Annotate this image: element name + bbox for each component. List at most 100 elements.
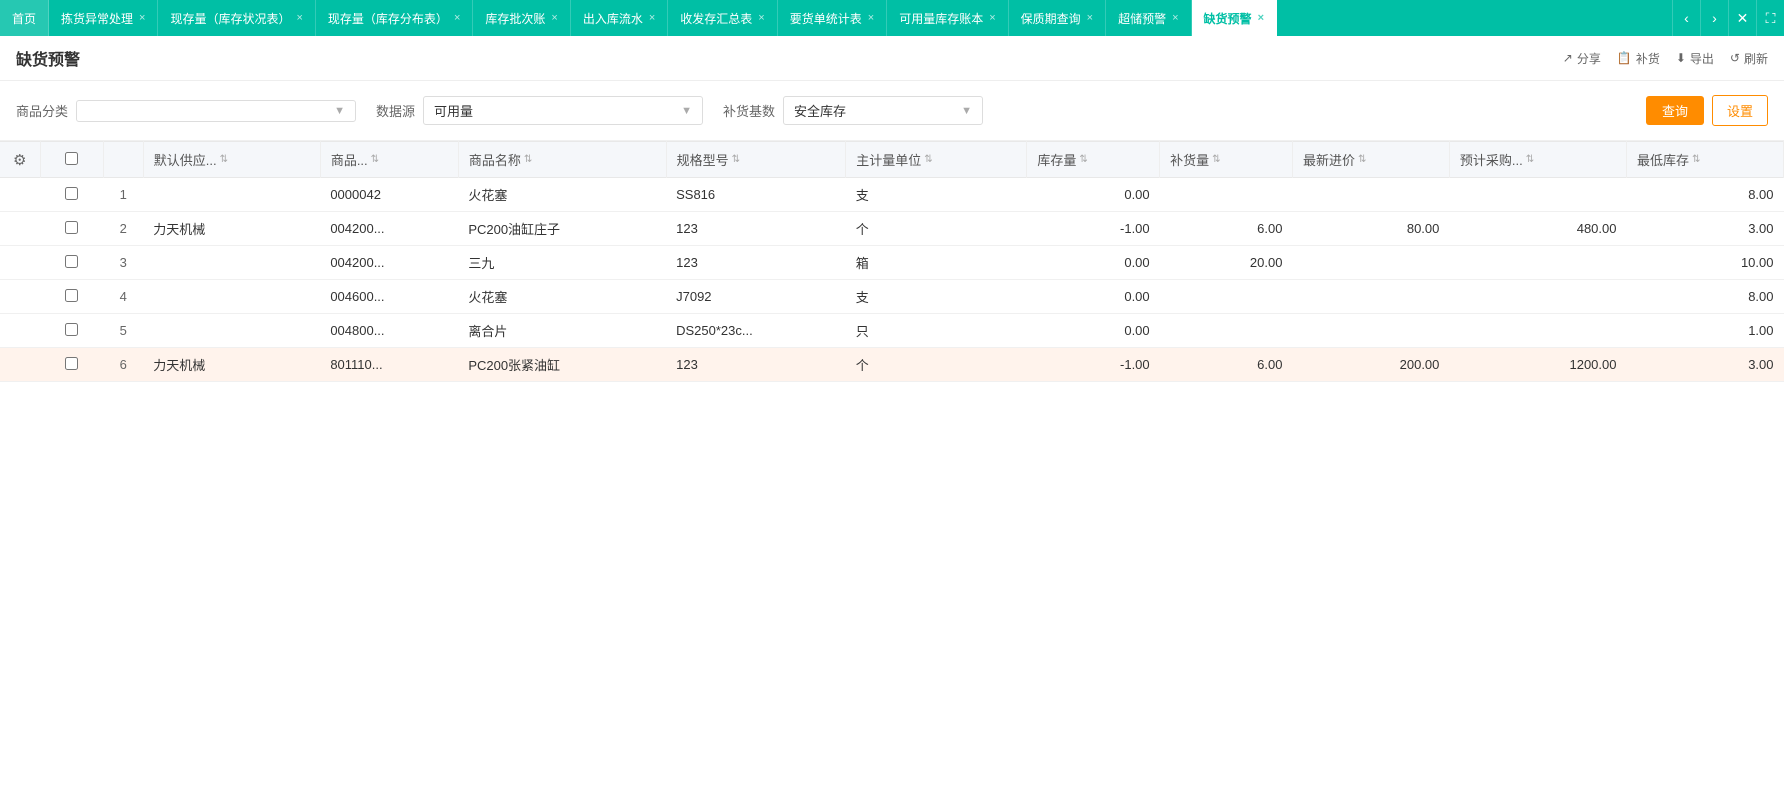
row-est-purchase: 480.00 bbox=[1449, 212, 1626, 246]
tab-close-all[interactable]: ✕ bbox=[1728, 0, 1756, 36]
tab-expiry-query[interactable]: 保质期查询 × bbox=[1009, 0, 1106, 36]
row-checkbox-3[interactable] bbox=[65, 289, 78, 302]
tab-close-inventory-dist[interactable]: × bbox=[454, 12, 460, 24]
row-unit: 支 bbox=[846, 280, 1027, 314]
datasource-select[interactable]: 可用量 ▼ bbox=[423, 96, 703, 125]
shortage-table: ⚙ 默认供应... ⇅ 商品... bbox=[0, 141, 1784, 382]
tab-available-ledger[interactable]: 可用量库存账本 × bbox=[887, 0, 1008, 36]
share-button[interactable]: ↗ 分享 bbox=[1563, 50, 1601, 67]
row-stock: 0.00 bbox=[1027, 280, 1160, 314]
tab-close-overstock-warn[interactable]: × bbox=[1172, 12, 1178, 24]
row-stock: 0.00 bbox=[1027, 178, 1160, 212]
spec-sort-icon[interactable]: ⇅ bbox=[732, 154, 740, 165]
supplier-sort-icon[interactable]: ⇅ bbox=[220, 154, 228, 165]
row-product-code: 0000042 bbox=[320, 178, 458, 212]
tab-close-inventory-status[interactable]: × bbox=[296, 12, 302, 24]
replenish-qty-sort-icon[interactable]: ⇅ bbox=[1212, 154, 1220, 165]
tab-close-expiry-query[interactable]: × bbox=[1087, 12, 1093, 24]
stock-sort-icon[interactable]: ⇅ bbox=[1079, 154, 1087, 165]
row-unit: 箱 bbox=[846, 246, 1027, 280]
row-min-stock: 8.00 bbox=[1626, 280, 1783, 314]
tab-scroll-right[interactable]: › bbox=[1700, 0, 1728, 36]
tab-close-shortage-warn[interactable]: × bbox=[1258, 12, 1264, 24]
table-row: 2 力天机械 004200... PC200油缸庄子 123 个 -1.00 6… bbox=[0, 212, 1784, 246]
tab-home[interactable]: 首页 bbox=[0, 0, 49, 36]
tab-shortage-warn[interactable]: 缺货预警 × bbox=[1192, 0, 1277, 36]
category-select[interactable]: ▼ bbox=[76, 100, 356, 122]
tab-inventory-dist[interactable]: 现存量（库存分布表） × bbox=[316, 0, 473, 36]
col-replenish-qty: 补货量 ⇅ bbox=[1160, 142, 1293, 178]
product-code-sort-icon[interactable]: ⇅ bbox=[371, 154, 379, 165]
row-checkbox-1[interactable] bbox=[65, 221, 78, 234]
row-supplier bbox=[143, 178, 320, 212]
row-no: 5 bbox=[103, 314, 143, 348]
tab-in-out-flow[interactable]: 出入库流水 × bbox=[571, 0, 668, 36]
tab-inventory-status[interactable]: 现存量（库存状况表） × bbox=[158, 0, 315, 36]
refresh-button[interactable]: ↺ 刷新 bbox=[1730, 50, 1768, 67]
tab-nav-buttons: ‹ › ✕ ⛶ bbox=[1672, 0, 1784, 36]
row-checkbox-2[interactable] bbox=[65, 255, 78, 268]
row-unit: 支 bbox=[846, 178, 1027, 212]
tab-demand-stat[interactable]: 要货单统计表 × bbox=[778, 0, 887, 36]
replenish-base-select[interactable]: 安全库存 ▼ bbox=[783, 96, 983, 125]
tab-batch-account[interactable]: 库存批次账 × bbox=[473, 0, 570, 36]
replenish-base-label: 补货基数 bbox=[723, 101, 775, 120]
tab-scroll-left[interactable]: ‹ bbox=[1672, 0, 1700, 36]
row-product-code: 004600... bbox=[320, 280, 458, 314]
tab-close-receipt-summary[interactable]: × bbox=[758, 12, 764, 24]
row-spec: J7092 bbox=[666, 280, 846, 314]
est-purchase-sort-icon[interactable]: ⇅ bbox=[1526, 154, 1534, 165]
col-product-code: 商品... ⇅ bbox=[320, 142, 458, 178]
row-checkbox-cell[interactable] bbox=[40, 246, 103, 280]
gear-icon[interactable]: ⚙ bbox=[13, 152, 26, 169]
row-stock: 0.00 bbox=[1027, 314, 1160, 348]
table-header-row: ⚙ 默认供应... ⇅ 商品... bbox=[0, 142, 1784, 178]
row-supplier bbox=[143, 246, 320, 280]
tab-close-demand-stat[interactable]: × bbox=[868, 12, 874, 24]
query-button[interactable]: 查询 bbox=[1646, 96, 1704, 125]
tab-close-batch-account[interactable]: × bbox=[551, 12, 557, 24]
tab-exception[interactable]: 拣货异常处理 × bbox=[49, 0, 158, 36]
row-product-code: 004200... bbox=[320, 212, 458, 246]
row-product-name: 火花塞 bbox=[458, 280, 666, 314]
col-settings[interactable]: ⚙ bbox=[0, 142, 40, 178]
tab-receipt-summary[interactable]: 收发存汇总表 × bbox=[668, 0, 777, 36]
row-spec: SS816 bbox=[666, 178, 846, 212]
row-checkbox-cell[interactable] bbox=[40, 348, 103, 382]
category-arrow-icon: ▼ bbox=[334, 105, 345, 117]
settings-button[interactable]: 设置 bbox=[1712, 95, 1768, 126]
row-supplier: 力天机械 bbox=[143, 348, 320, 382]
row-product-code: 004800... bbox=[320, 314, 458, 348]
row-checkbox-4[interactable] bbox=[65, 323, 78, 336]
replenish-button[interactable]: 📋 补货 bbox=[1617, 50, 1660, 67]
tab-close-in-out-flow[interactable]: × bbox=[649, 12, 655, 24]
row-gear-cell bbox=[0, 280, 40, 314]
tab-overstock-warn[interactable]: 超储预警 × bbox=[1106, 0, 1191, 36]
row-product-code: 801110... bbox=[320, 348, 458, 382]
row-checkbox-cell[interactable] bbox=[40, 178, 103, 212]
latest-price-sort-icon[interactable]: ⇅ bbox=[1358, 154, 1366, 165]
min-stock-sort-icon[interactable]: ⇅ bbox=[1692, 154, 1700, 165]
tab-fullscreen[interactable]: ⛶ bbox=[1756, 0, 1784, 36]
row-gear-cell bbox=[0, 348, 40, 382]
row-checkbox-cell[interactable] bbox=[40, 280, 103, 314]
tab-close-exception[interactable]: × bbox=[139, 12, 145, 24]
row-checkbox-cell[interactable] bbox=[40, 314, 103, 348]
col-est-purchase: 预计采购... ⇅ bbox=[1449, 142, 1626, 178]
row-spec: 123 bbox=[666, 212, 846, 246]
row-checkbox-5[interactable] bbox=[65, 357, 78, 370]
unit-sort-icon[interactable]: ⇅ bbox=[924, 154, 932, 165]
row-gear-cell bbox=[0, 212, 40, 246]
row-supplier: 力天机械 bbox=[143, 212, 320, 246]
row-replenish-qty: 6.00 bbox=[1160, 348, 1293, 382]
export-button[interactable]: ⬇ 导出 bbox=[1676, 50, 1714, 67]
row-gear-cell bbox=[0, 246, 40, 280]
col-product-name: 商品名称 ⇅ bbox=[458, 142, 666, 178]
row-checkbox-cell[interactable] bbox=[40, 212, 103, 246]
row-checkbox-0[interactable] bbox=[65, 187, 78, 200]
select-all-checkbox[interactable] bbox=[65, 152, 78, 165]
product-name-sort-icon[interactable]: ⇅ bbox=[524, 154, 532, 165]
tab-close-available-ledger[interactable]: × bbox=[989, 12, 995, 24]
row-latest-price: 200.00 bbox=[1292, 348, 1449, 382]
row-supplier bbox=[143, 314, 320, 348]
